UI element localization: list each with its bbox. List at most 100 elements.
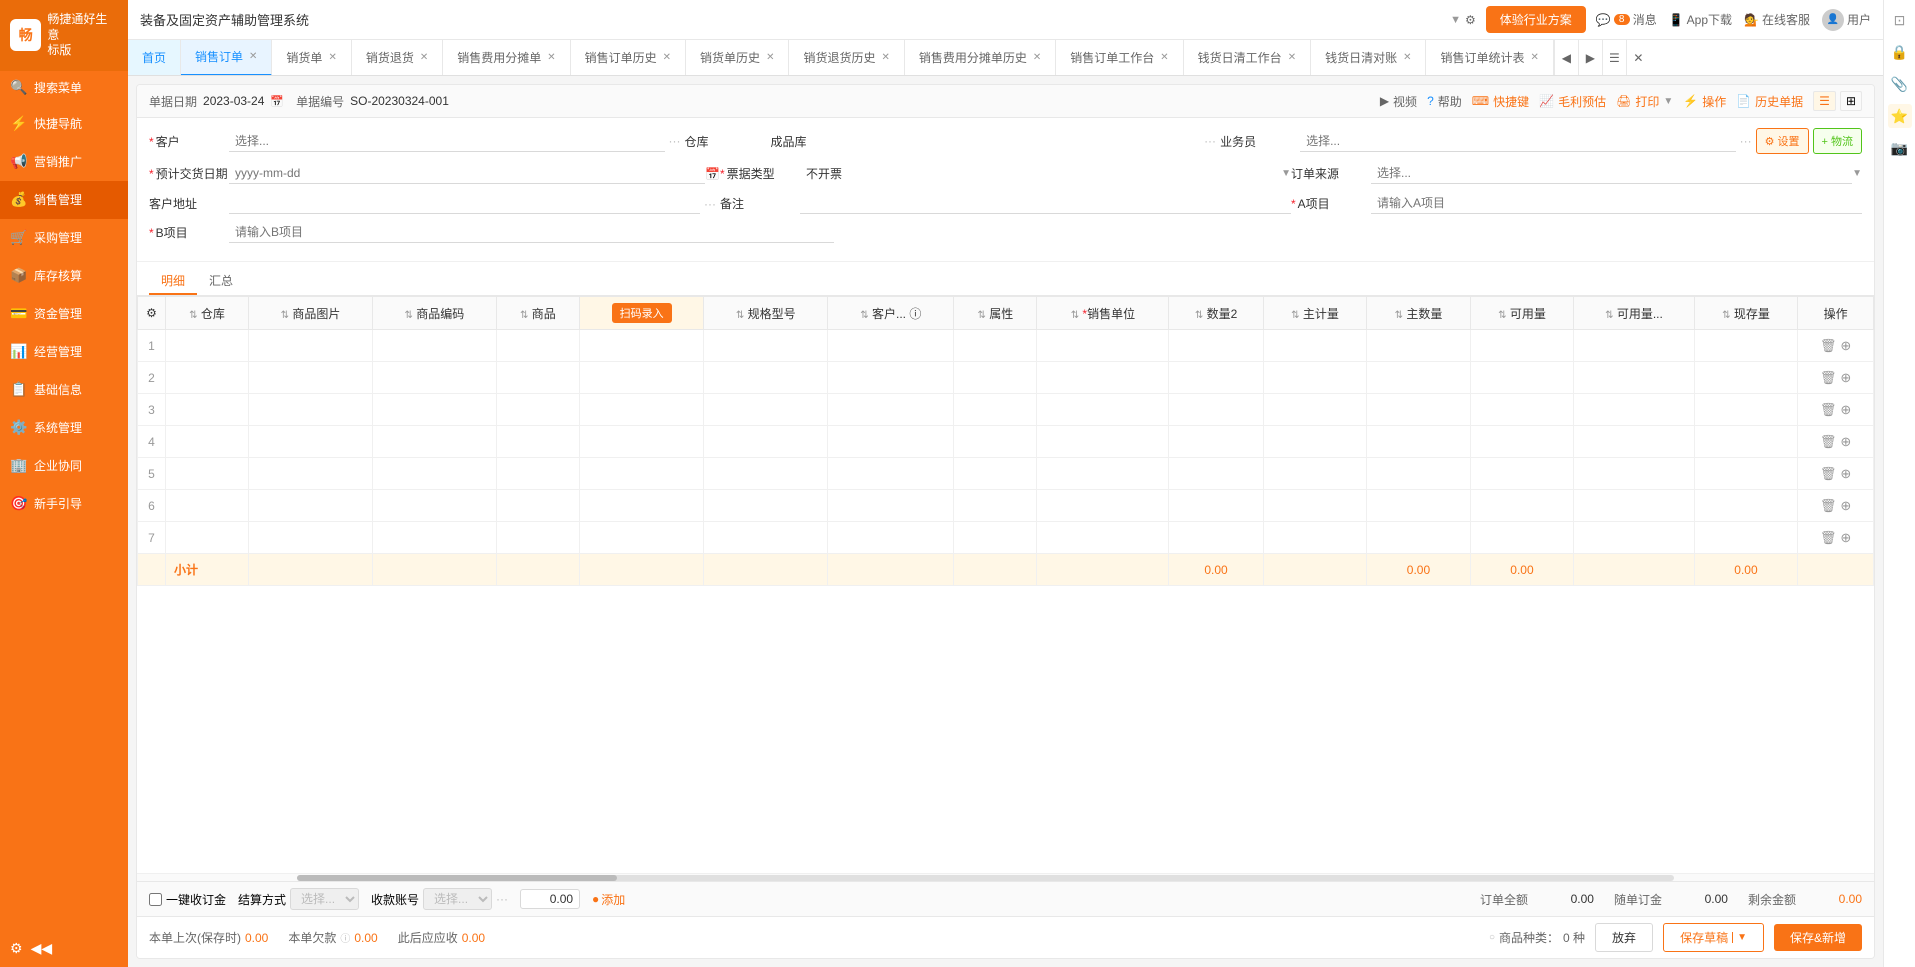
cell-warehouse-3[interactable]: [166, 394, 249, 426]
right-panel-icon-5[interactable]: 📷: [1888, 136, 1912, 160]
operation-btn[interactable]: ⚡操作: [1683, 93, 1726, 110]
right-panel-icon-3[interactable]: 📎: [1888, 72, 1912, 96]
tab-summary[interactable]: 汇总: [197, 268, 245, 295]
profit-btn[interactable]: 📈毛利预估: [1539, 93, 1606, 110]
payment-select[interactable]: 选择...: [290, 888, 359, 910]
address-input[interactable]: [229, 193, 700, 214]
tab-close-sales-return[interactable]: ✕: [328, 52, 336, 63]
debt-info-icon[interactable]: ⓘ: [340, 930, 350, 945]
row-copy-7[interactable]: ⊕: [1840, 530, 1851, 546]
row-copy-1[interactable]: ⊕: [1840, 338, 1851, 354]
order-source-input[interactable]: [1371, 163, 1852, 184]
account-dots[interactable]: ···: [496, 892, 508, 906]
right-panel-icon-4[interactable]: ⭐: [1888, 104, 1912, 128]
tab-close-sales-order[interactable]: ✕: [249, 51, 257, 62]
row-copy-2[interactable]: ⊕: [1840, 370, 1851, 386]
app-download-btn[interactable]: 📱 App下载: [1669, 11, 1732, 28]
row-copy-3[interactable]: ⊕: [1840, 402, 1851, 418]
tab-cash-daily[interactable]: 钱货日清工作台 ✕: [1184, 40, 1311, 76]
tab-prev-btn[interactable]: ◀: [1554, 40, 1578, 76]
staff-input[interactable]: [1300, 131, 1736, 152]
cell-product-2[interactable]: [496, 362, 579, 394]
tab-close-all-btn[interactable]: ✕: [1626, 40, 1650, 76]
tab-refund-history[interactable]: 销货退货历史 ✕: [789, 40, 904, 76]
sidebar-item-operations[interactable]: 📊 经营管理: [0, 333, 128, 371]
sidebar-item-sales[interactable]: 💰 销售管理: [0, 181, 128, 219]
col-settings[interactable]: ⚙: [138, 297, 166, 330]
list-view-btn[interactable]: ☰: [1813, 91, 1836, 111]
tab-close-workbench[interactable]: ✕: [1160, 52, 1168, 63]
online-service-btn[interactable]: 💁 在线客服: [1744, 11, 1810, 28]
cell-attr-1[interactable]: [954, 330, 1037, 362]
row-delete-4[interactable]: 🗑: [1820, 434, 1837, 450]
row-delete-6[interactable]: 🗑: [1820, 498, 1837, 514]
tab-workbench[interactable]: 销售订单工作台 ✕: [1056, 40, 1183, 76]
account-select[interactable]: 选择...: [423, 888, 492, 910]
date-calendar-icon[interactable]: 📅: [270, 95, 284, 108]
amount-input[interactable]: [520, 889, 580, 909]
cell-mainqty-2[interactable]: [1367, 362, 1470, 394]
tab-close-cash-ledger[interactable]: ✕: [1403, 52, 1411, 63]
shortcut-btn[interactable]: ⌨快捷键: [1472, 93, 1529, 110]
print-btn[interactable]: 🖨打印 ▼: [1616, 93, 1673, 110]
tab-stats[interactable]: 销售订单统计表 ✕: [1426, 40, 1553, 76]
settings-btn[interactable]: ⚙ 设置: [1756, 128, 1809, 154]
row-delete-2[interactable]: 🗑: [1820, 370, 1837, 386]
scroll-area[interactable]: [137, 873, 1874, 881]
history-btn[interactable]: 📄历史单据: [1736, 93, 1803, 110]
invoice-dropdown-icon[interactable]: ▼: [1281, 168, 1291, 179]
sidebar-item-quick[interactable]: ⚡ 快捷导航: [0, 105, 128, 143]
sidebar-item-corp[interactable]: 🏢 企业协同: [0, 447, 128, 485]
sidebar-collapse-btn[interactable]: ◀◀: [31, 940, 53, 957]
warehouse-dots[interactable]: ···: [1200, 134, 1220, 148]
a-project-input[interactable]: [1371, 193, 1862, 214]
user-avatar[interactable]: 👤 用户: [1822, 9, 1871, 31]
settings-gear-icon[interactable]: ⚙: [1465, 13, 1476, 27]
tab-sales-history[interactable]: 销售订单历史 ✕: [571, 40, 686, 76]
tab-sales-order[interactable]: 销售订单 ✕: [181, 40, 272, 76]
col-scan[interactable]: 扫码录入: [579, 297, 703, 330]
sidebar-item-search[interactable]: 🔍 搜索菜单: [0, 71, 128, 105]
cell-code-2[interactable]: [372, 362, 496, 394]
cell-product-1[interactable]: [496, 330, 579, 362]
tab-next-btn[interactable]: ▶: [1578, 40, 1602, 76]
sidebar-item-purchase[interactable]: 🛒 采购管理: [0, 219, 128, 257]
sidebar-item-inventory[interactable]: 📦 库存核算: [0, 257, 128, 295]
discard-btn[interactable]: 放弃: [1595, 923, 1653, 952]
delivery-calendar-icon[interactable]: 📅: [705, 167, 720, 181]
message-icon[interactable]: 💬 8 消息: [1596, 11, 1657, 28]
customer-dots[interactable]: ···: [665, 134, 685, 148]
cell-mainqty-1[interactable]: [1367, 330, 1470, 362]
tab-close-sales-fee[interactable]: ✕: [547, 52, 555, 63]
right-panel-icon-1[interactable]: ⊡: [1888, 8, 1912, 32]
row-delete-5[interactable]: 🗑: [1820, 466, 1837, 482]
order-source-dropdown-icon[interactable]: ▼: [1852, 168, 1862, 179]
tab-menu-btn[interactable]: ☰: [1602, 40, 1626, 76]
cell-warehouse-2[interactable]: [166, 362, 249, 394]
cell-warehouse-1[interactable]: [166, 330, 249, 362]
tab-sales-refund[interactable]: 销货退货 ✕: [352, 40, 443, 76]
tab-close-cash-daily[interactable]: ✕: [1288, 52, 1296, 63]
tab-sales-fee[interactable]: 销售费用分摊单 ✕: [443, 40, 570, 76]
tab-detail[interactable]: 明细: [149, 268, 197, 295]
tab-close-sales-refund[interactable]: ✕: [420, 52, 428, 63]
cell-unit-2[interactable]: [1037, 362, 1169, 394]
row-delete-1[interactable]: 🗑: [1820, 338, 1837, 354]
row-copy-4[interactable]: ⊕: [1840, 434, 1851, 450]
cell-code-1[interactable]: [372, 330, 496, 362]
delivery-input[interactable]: [229, 163, 705, 184]
tab-sales-return[interactable]: 销货单 ✕: [272, 40, 351, 76]
scan-btn[interactable]: 扫码录入: [612, 303, 672, 323]
cell-spec-1[interactable]: [704, 330, 828, 362]
address-dots[interactable]: ···: [700, 197, 720, 211]
one-click-checkbox[interactable]: [149, 893, 162, 906]
tab-close-refund-history[interactable]: ✕: [881, 52, 889, 63]
sidebar-item-basic[interactable]: 📋 基础信息: [0, 371, 128, 409]
tab-close-stats[interactable]: ✕: [1531, 52, 1539, 63]
sidebar-item-finance[interactable]: 💳 资金管理: [0, 295, 128, 333]
sidebar-item-guide[interactable]: 🎯 新手引导: [0, 485, 128, 523]
grid-view-btn[interactable]: ⊞: [1840, 91, 1862, 111]
customer-input[interactable]: [229, 131, 665, 152]
tab-close-fee-history[interactable]: ✕: [1033, 52, 1041, 63]
tab-fee-history[interactable]: 销售费用分摊单历史 ✕: [905, 40, 1056, 76]
